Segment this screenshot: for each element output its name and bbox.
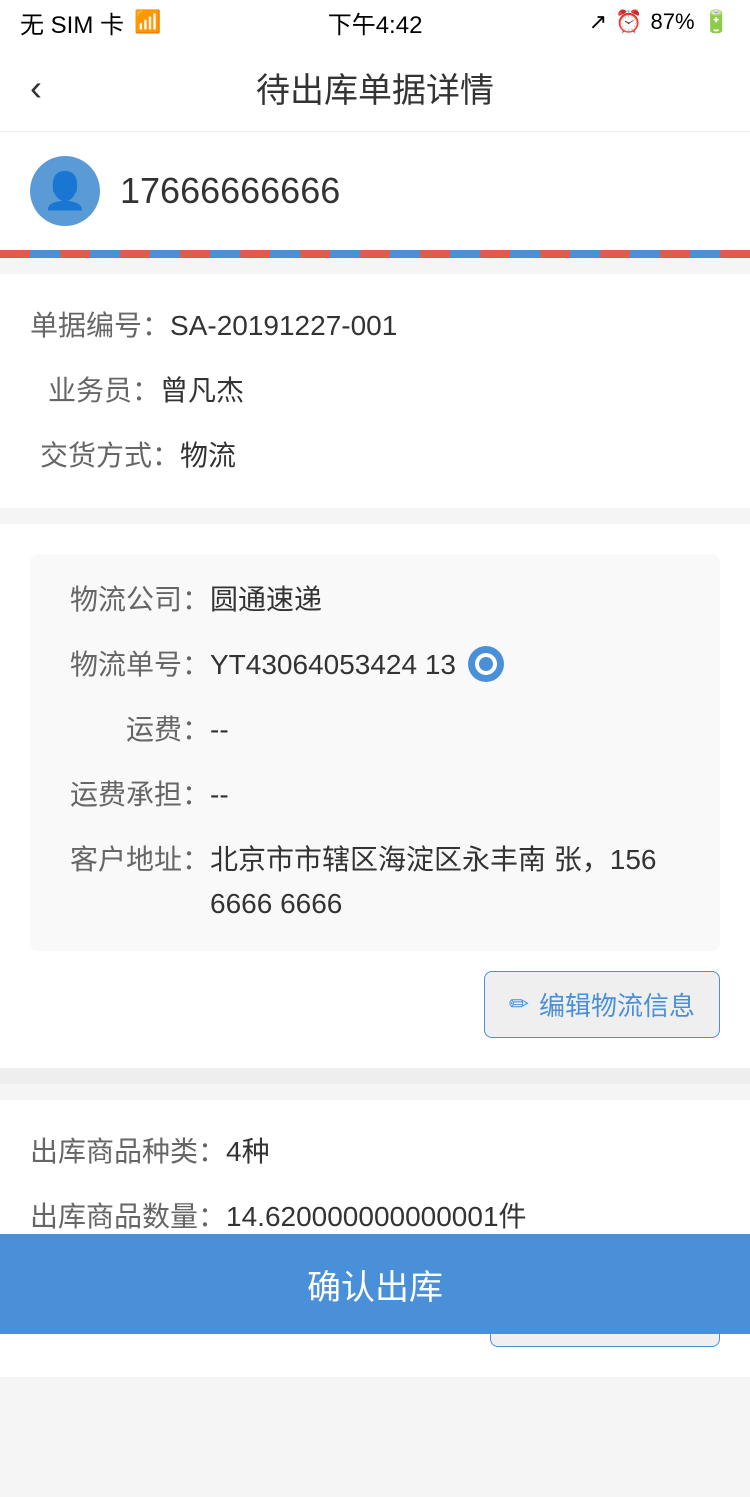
order-no-label: 单据编号： xyxy=(30,304,170,349)
delivery-label: 交货方式： xyxy=(30,434,180,479)
back-button[interactable]: ‹ xyxy=(30,67,90,109)
logistics-tracking-label: 物流单号： xyxy=(60,643,210,688)
freight-bearer-row: 运费承担： -- xyxy=(60,773,690,818)
avatar-icon: 👤 xyxy=(43,170,88,212)
salesman-label: 业务员： xyxy=(30,369,160,414)
goods-category-row: 出库商品种类： 4种 xyxy=(30,1130,720,1175)
freight-row: 运费： -- xyxy=(60,708,690,753)
wifi-icon: 📶 xyxy=(134,9,161,35)
page-title: 待出库单据详情 xyxy=(256,63,494,112)
address-value: 北京市市辖区海淀区永丰南 张，156 6666 6666 xyxy=(210,838,690,928)
battery-text: 87% xyxy=(651,9,695,35)
freight-label: 运费： xyxy=(60,708,210,753)
goods-category-value: 4种 xyxy=(226,1130,720,1175)
customer-phone: 17666666666 xyxy=(120,170,340,212)
customer-header: 👤 17666666666 xyxy=(0,132,750,250)
delivery-value: 物流 xyxy=(180,434,720,479)
salesman-value: 曾凡杰 xyxy=(160,369,720,414)
freight-bearer-value: -- xyxy=(210,773,690,818)
delivery-row: 交货方式： 物流 xyxy=(30,434,720,479)
freight-bearer-label: 运费承担： xyxy=(60,773,210,818)
logistics-company-row: 物流公司： 圆通速递 xyxy=(60,578,690,623)
order-no-value: SA-20191227-001 xyxy=(170,304,720,349)
status-bar: 无 SIM 卡 📶 下午4:42 ↗ ⏰ 87% 🔋 xyxy=(0,0,750,44)
confirm-button[interactable]: 确认出库 xyxy=(0,1234,750,1334)
alarm-icon: ⏰ xyxy=(615,9,642,35)
order-no-row: 单据编号： SA-20191227-001 xyxy=(30,304,720,349)
address-row: 客户地址： 北京市市辖区海淀区永丰南 张，156 6666 6666 xyxy=(60,838,690,928)
logistics-box: 物流公司： 圆通速递 物流单号： YT43064053424 13 运费： --… xyxy=(30,554,720,951)
avatar: 👤 xyxy=(30,156,100,226)
logistics-tracking-value: YT43064053424 13 xyxy=(210,643,690,688)
battery-icon: 🔋 xyxy=(703,9,730,35)
address-label: 客户地址： xyxy=(60,838,210,883)
location-active-icon: ↗ xyxy=(589,9,607,35)
edit-logistics-button[interactable]: ✏ 编辑物流信息 xyxy=(484,971,720,1038)
status-right: ↗ ⏰ 87% 🔋 xyxy=(589,9,730,35)
goods-category-label: 出库商品种类： xyxy=(30,1130,226,1175)
freight-value: -- xyxy=(210,708,690,753)
carrier-text: 无 SIM 卡 xyxy=(20,5,124,40)
location-icon[interactable] xyxy=(468,646,504,682)
bottom-area: 确认出库 xyxy=(0,1234,750,1334)
tracking-number: YT43064053424 13 xyxy=(210,643,456,688)
separator xyxy=(0,1068,750,1084)
edit-icon: ✏ xyxy=(509,990,529,1019)
logistics-tracking-row: 物流单号： YT43064053424 13 xyxy=(60,643,690,688)
edit-btn-container: ✏ 编辑物流信息 xyxy=(30,951,720,1038)
nav-bar: ‹ 待出库单据详情 xyxy=(0,44,750,132)
status-time: 下午4:42 xyxy=(328,5,423,40)
dashed-divider xyxy=(0,250,750,258)
logistics-company-value: 圆通速递 xyxy=(210,578,690,623)
salesman-row: 业务员： 曾凡杰 xyxy=(30,369,720,414)
logistics-company-label: 物流公司： xyxy=(60,578,210,623)
logistics-section: 物流公司： 圆通速递 物流单号： YT43064053424 13 运费： --… xyxy=(0,524,750,1068)
status-left: 无 SIM 卡 📶 xyxy=(20,5,161,40)
order-info-section: 单据编号： SA-20191227-001 业务员： 曾凡杰 交货方式： 物流 xyxy=(0,274,750,508)
edit-btn-label: 编辑物流信息 xyxy=(539,986,695,1023)
